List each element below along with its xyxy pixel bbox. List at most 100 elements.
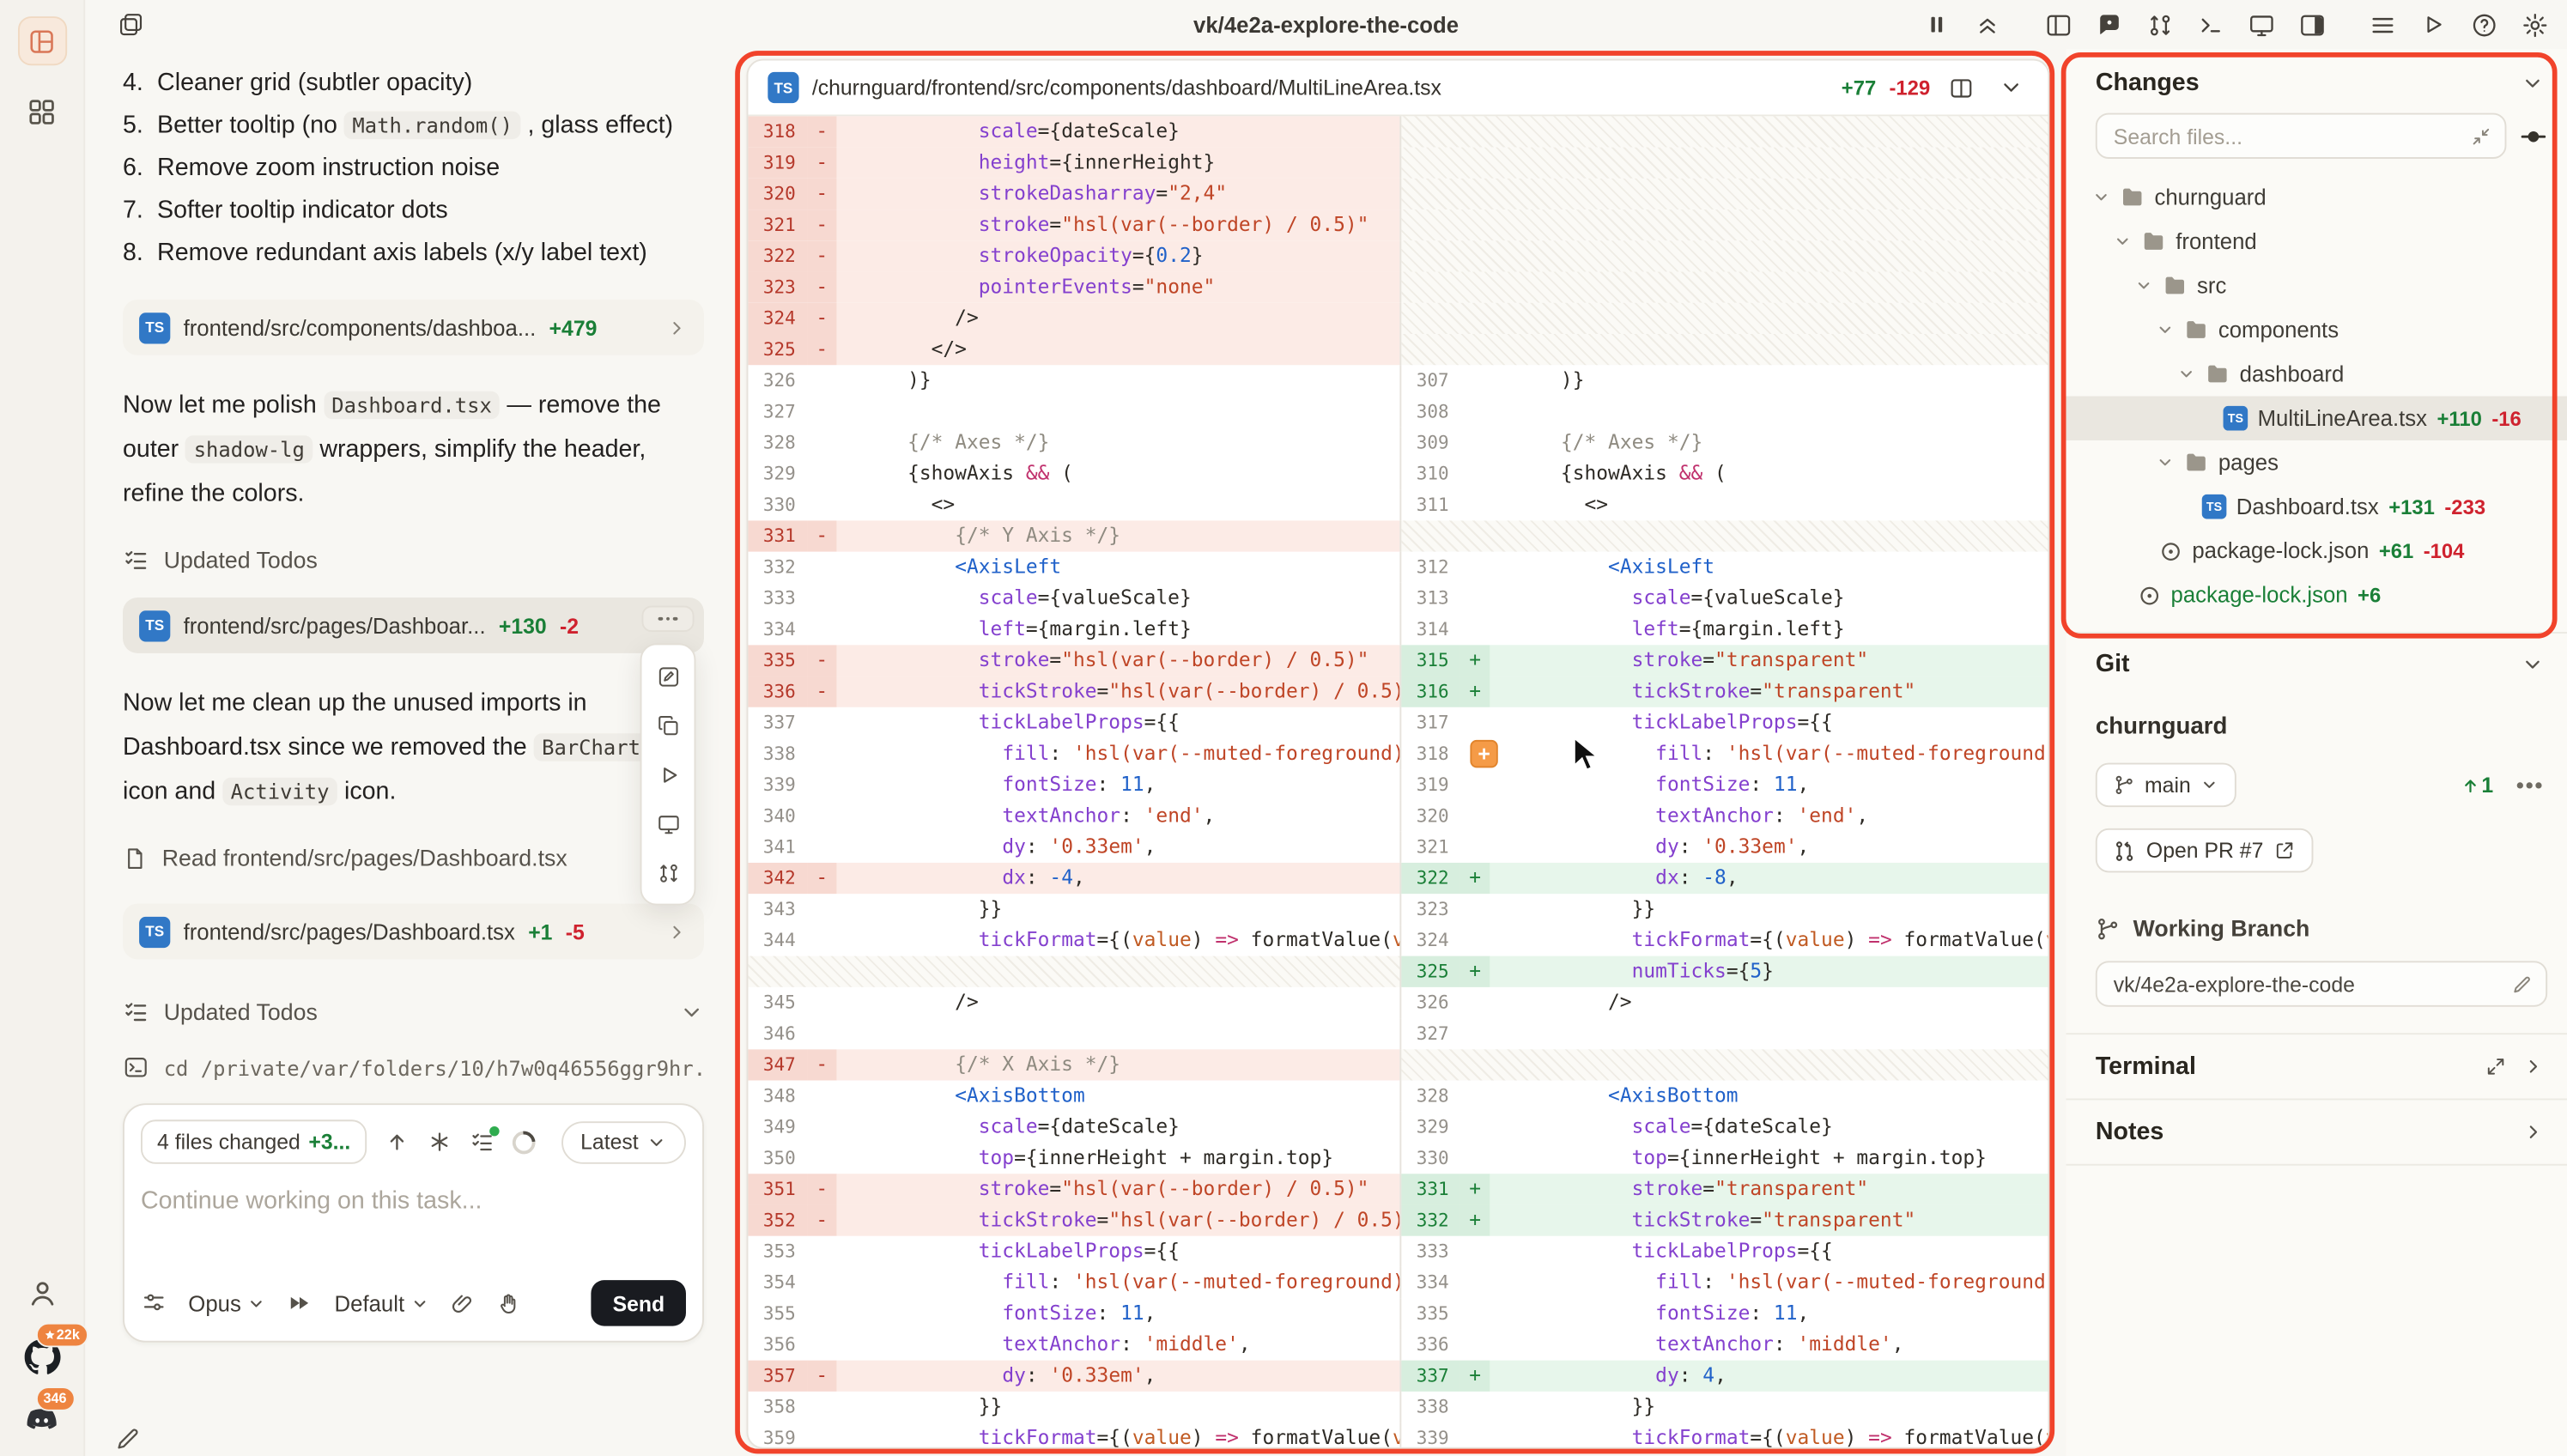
diff-right-cell: [1399, 334, 2048, 365]
mode-dropdown[interactable]: Default: [335, 1291, 429, 1316]
tree-file-package-lock.json[interactable]: package-lock.json+6: [2066, 573, 2567, 616]
diff-left-cell: 329 {showAxis && (: [748, 458, 1399, 489]
message-input[interactable]: Continue working on this task...: [141, 1164, 686, 1278]
git-compare-icon[interactable]: [642, 848, 695, 897]
discord-count-badge: 346: [35, 1386, 75, 1410]
read-file-row[interactable]: Read frontend/src/pages/Dashboard.tsx: [123, 845, 704, 871]
screen-icon[interactable]: [2242, 5, 2281, 45]
more-options-icon[interactable]: •••: [2516, 773, 2544, 798]
model-dropdown[interactable]: Opus: [188, 1291, 265, 1316]
tree-file-MultiLineArea.tsx[interactable]: TSMultiLineArea.tsx+110-16: [2066, 396, 2567, 440]
diff-right-cell: [1399, 179, 2048, 209]
apps-grid-icon[interactable]: [22, 92, 62, 131]
git-commit-icon[interactable]: [2520, 122, 2547, 149]
composer: 4 files changed +3... Latest Continue wo…: [123, 1103, 704, 1342]
chevron-right-icon[interactable]: [2523, 1121, 2545, 1143]
diff-row: 341 dy: '0.33em',321 dy: '0.33em',: [748, 832, 2048, 863]
pen-tool-icon[interactable]: [114, 1426, 141, 1453]
menu-icon[interactable]: [2363, 5, 2402, 45]
folder-icon: [2120, 185, 2145, 209]
diff-right-cell: [1399, 1049, 2048, 1080]
edit-message-icon[interactable]: [642, 652, 695, 701]
file-chip[interactable]: TS frontend/src/pages/Dashboar... +130 -…: [123, 598, 704, 653]
tree-folder-churnguard[interactable]: churnguard: [2066, 175, 2567, 219]
run-message-icon[interactable]: [642, 749, 695, 798]
tree-folder-src[interactable]: src: [2066, 264, 2567, 307]
chevron-right-icon[interactable]: [2523, 1056, 2545, 1077]
attachment-icon[interactable]: [451, 1291, 476, 1316]
run-icon[interactable]: [2413, 5, 2453, 45]
diff-right-cell: [1399, 520, 2048, 551]
status-dot: [489, 1126, 499, 1136]
diff-row: 351- stroke="hsl(var(--border) / 0.5)"33…: [748, 1174, 2048, 1204]
todo-list-icon[interactable]: [470, 1130, 495, 1155]
diff-left-cell: 322- strokeOpacity={0.2}: [748, 240, 1399, 271]
diff-left-cell: 347- {/* X Axis */}: [748, 1049, 1399, 1080]
files-changed-pill[interactable]: 4 files changed +3...: [141, 1119, 367, 1163]
chevron-down-icon[interactable]: [2521, 71, 2545, 94]
tree-folder-pages[interactable]: pages: [2066, 440, 2567, 484]
tree-file-Dashboard.tsx[interactable]: TSDashboard.tsx+131-233: [2066, 484, 2567, 528]
add-comment-button[interactable]: +: [1470, 740, 1497, 767]
more-options-icon[interactable]: [642, 606, 695, 633]
screen-icon[interactable]: [642, 799, 695, 848]
collapse-all-icon[interactable]: [1968, 5, 2007, 45]
latest-dropdown[interactable]: Latest: [561, 1120, 686, 1163]
typescript-icon: TS: [768, 72, 798, 103]
search-input[interactable]: [2114, 124, 2461, 149]
tabs-icon[interactable]: [112, 5, 151, 45]
expand-icon[interactable]: [2485, 1056, 2507, 1077]
diff-left-cell: 321- stroke="hsl(var(--border) / 0.5)": [748, 209, 1399, 240]
chevron-down-icon: [2092, 188, 2110, 206]
updated-todos-row[interactable]: Updated Todos: [123, 547, 704, 573]
tree-folder-frontend[interactable]: frontend: [2066, 220, 2567, 264]
collapse-tree-icon[interactable]: [2470, 125, 2491, 147]
file-chip[interactable]: TS frontend/src/components/dashboa... +4…: [123, 300, 704, 355]
tree-folder-dashboard[interactable]: dashboard: [2066, 352, 2567, 396]
spark-icon[interactable]: [428, 1130, 452, 1155]
diff-left-cell: 320- strokeDasharray="2,4": [748, 179, 1399, 209]
settings-gear-icon[interactable]: [2515, 5, 2554, 45]
tree-file-package-lock.json[interactable]: package-lock.json+61-104: [2066, 529, 2567, 573]
diff-row: 336- tickStroke="hsl(var(--border) / 0.5…: [748, 676, 2048, 707]
chat-bubble-icon[interactable]: [2089, 5, 2128, 45]
workspace-layout-icon[interactable]: [17, 16, 66, 65]
diff-right-cell: 324 tickFormat={(value) => formatValue(v…: [1399, 925, 2048, 956]
pause-button[interactable]: [1917, 5, 1957, 45]
working-branch-input[interactable]: [2114, 972, 2502, 997]
help-icon[interactable]: [2464, 5, 2503, 45]
terminal-icon[interactable]: [2190, 5, 2230, 45]
arrow-up-icon[interactable]: [385, 1130, 410, 1155]
edit-pencil-icon[interactable]: [2511, 974, 2533, 995]
diff-deletions: -129: [1889, 76, 1930, 100]
terminal-section-header[interactable]: Terminal: [2066, 1033, 2567, 1098]
chevron-right-icon: [666, 921, 688, 943]
updated-todos-row[interactable]: Updated Todos: [123, 998, 704, 1025]
split-view-icon[interactable]: [1943, 70, 1979, 106]
send-button[interactable]: Send: [592, 1280, 686, 1326]
file-chip[interactable]: TS frontend/src/pages/Dashboard.tsx +1 -…: [123, 904, 704, 960]
chevron-down-icon[interactable]: [679, 999, 704, 1024]
open-pr-button[interactable]: Open PR #7: [2096, 828, 2313, 872]
chevron-down-icon[interactable]: [1993, 70, 2029, 106]
copy-icon[interactable]: [642, 701, 695, 749]
folder-icon: [2206, 361, 2230, 386]
diff-right-cell: 329 scale={dateScale}: [1399, 1112, 2048, 1143]
user-icon[interactable]: [22, 1273, 62, 1313]
branch-selector[interactable]: main: [2096, 763, 2236, 807]
chevron-down-icon[interactable]: [2521, 652, 2545, 676]
diff-left-cell: 352- tickStroke="hsl(var(--border) / 0.5…: [748, 1204, 1399, 1235]
diff-file-path: /churnguard/frontend/src/components/dash…: [812, 76, 1829, 100]
terminal-command-row[interactable]: cd /private/var/folders/10/h7w0q46556ggr…: [123, 1054, 704, 1081]
diff-row: 332 <AxisLeft312 <AxisLeft: [748, 552, 2048, 583]
topbar: vk/4e2a-explore-the-code: [85, 0, 2567, 49]
git-compare-icon[interactable]: [2139, 5, 2179, 45]
hand-icon[interactable]: [496, 1291, 521, 1316]
sliders-icon[interactable]: [141, 1290, 167, 1317]
panel-left-icon[interactable]: [2038, 5, 2078, 45]
panel-right-icon[interactable]: [2292, 5, 2332, 45]
fast-forward-icon[interactable]: [287, 1290, 313, 1317]
diff-row: 338 fill: 'hsl(var(--muted-foreground))'…: [748, 738, 2048, 769]
tree-folder-components[interactable]: components: [2066, 307, 2567, 351]
notes-section-header[interactable]: Notes: [2066, 1099, 2567, 1166]
